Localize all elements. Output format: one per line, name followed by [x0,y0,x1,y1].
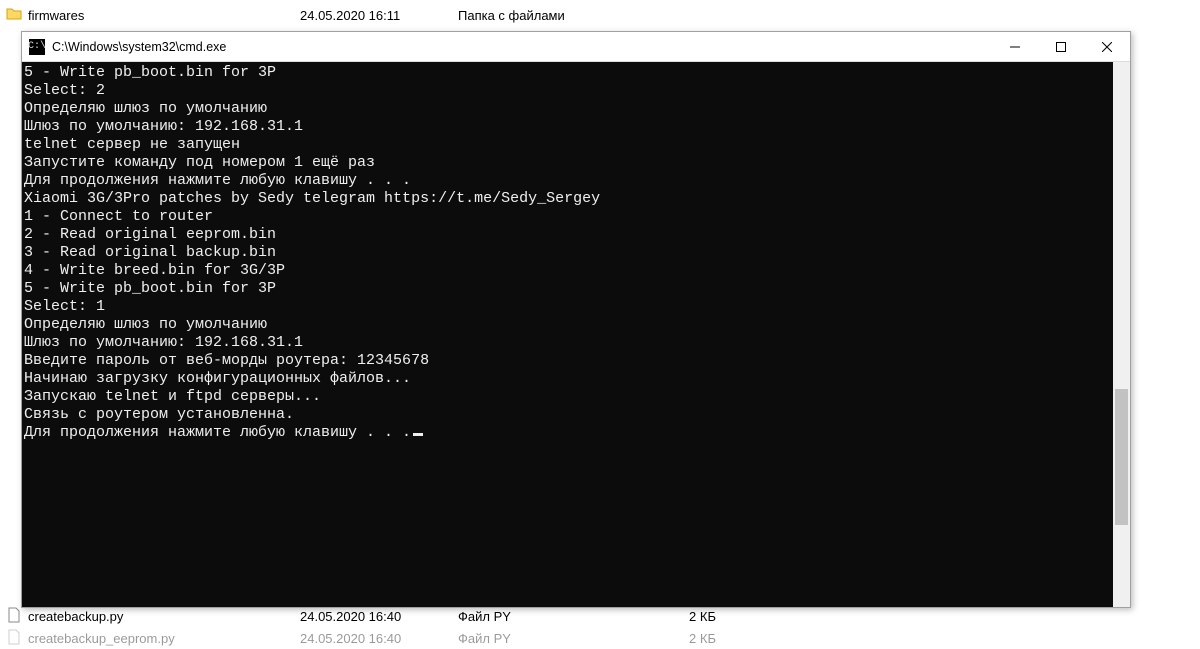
terminal-line: 1 - Connect to router [24,208,1124,226]
terminal-line: 3 - Read original backup.bin [24,244,1124,262]
row-name: createbackup.py [28,609,123,624]
terminal-line: Связь с роутером установленна. [24,406,1124,424]
explorer-row-file[interactable]: createbackup_eeprom.py 24.05.2020 16:40 … [0,627,1200,649]
terminal-line: Шлюз по умолчанию: 192.168.31.1 [24,334,1124,352]
terminal-line: Select: 2 [24,82,1124,100]
terminal-line: Select: 1 [24,298,1124,316]
row-name: createbackup_eeprom.py [28,631,175,646]
terminal-line: Для продолжения нажмите любую клавишу . … [24,172,1124,190]
row-date: 24.05.2020 16:40 [300,631,458,646]
file-icon [6,607,22,626]
terminal-line: Определяю шлюз по умолчанию [24,100,1124,118]
scrollbar-thumb[interactable] [1115,389,1128,525]
row-size: 2 КБ [646,631,726,646]
terminal-cursor [413,433,423,436]
terminal-line: telnet сервер не запущен [24,136,1124,154]
terminal-line: 4 - Write breed.bin for 3G/3P [24,262,1124,280]
minimize-button[interactable] [992,32,1038,62]
window-titlebar[interactable]: C:\ C:\Windows\system32\cmd.exe [22,32,1130,62]
terminal-line: Запускаю telnet и ftpd серверы... [24,388,1124,406]
file-icon [6,629,22,648]
row-size: 2 КБ [646,609,726,624]
row-date: 24.05.2020 16:11 [300,8,458,23]
row-type: Папка с файлами [458,8,646,23]
terminal-line: 5 - Write pb_boot.bin for 3P [24,280,1124,298]
file-explorer-background: firmwares 24.05.2020 16:11 Папка с файла… [0,4,1200,26]
row-name: firmwares [28,8,84,23]
window-title: C:\Windows\system32\cmd.exe [52,40,226,54]
row-type: Файл PY [458,609,646,624]
terminal-line: Начинаю загрузку конфигурационных файлов… [24,370,1124,388]
maximize-button[interactable] [1038,32,1084,62]
file-explorer-background-bottom: createbackup.py 24.05.2020 16:40 Файл PY… [0,605,1200,649]
terminal-line: Определяю шлюз по умолчанию [24,316,1124,334]
folder-icon [6,6,22,25]
cmd-window: C:\ C:\Windows\system32\cmd.exe 5 - Writ… [21,31,1131,608]
terminal-line: Xiaomi 3G/3Pro patches by Sedy telegram … [24,190,1124,208]
close-button[interactable] [1084,32,1130,62]
scrollbar[interactable] [1113,62,1130,607]
terminal-line: 2 - Read original eeprom.bin [24,226,1124,244]
explorer-row-folder[interactable]: firmwares 24.05.2020 16:11 Папка с файла… [0,4,1200,26]
terminal-line: Запустите команду под номером 1 ещё раз [24,154,1124,172]
terminal-output[interactable]: 5 - Write pb_boot.bin for 3PSelect: 2Опр… [22,62,1130,607]
cmd-icon: C:\ [29,39,45,55]
row-date: 24.05.2020 16:40 [300,609,458,624]
terminal-line: Для продолжения нажмите любую клавишу . … [24,424,1124,442]
terminal-line: Шлюз по умолчанию: 192.168.31.1 [24,118,1124,136]
explorer-row-file[interactable]: createbackup.py 24.05.2020 16:40 Файл PY… [0,605,1200,627]
terminal-line: 5 - Write pb_boot.bin for 3P [24,64,1124,82]
row-type: Файл PY [458,631,646,646]
terminal-line: Введите пароль от веб-морды роутера: 123… [24,352,1124,370]
